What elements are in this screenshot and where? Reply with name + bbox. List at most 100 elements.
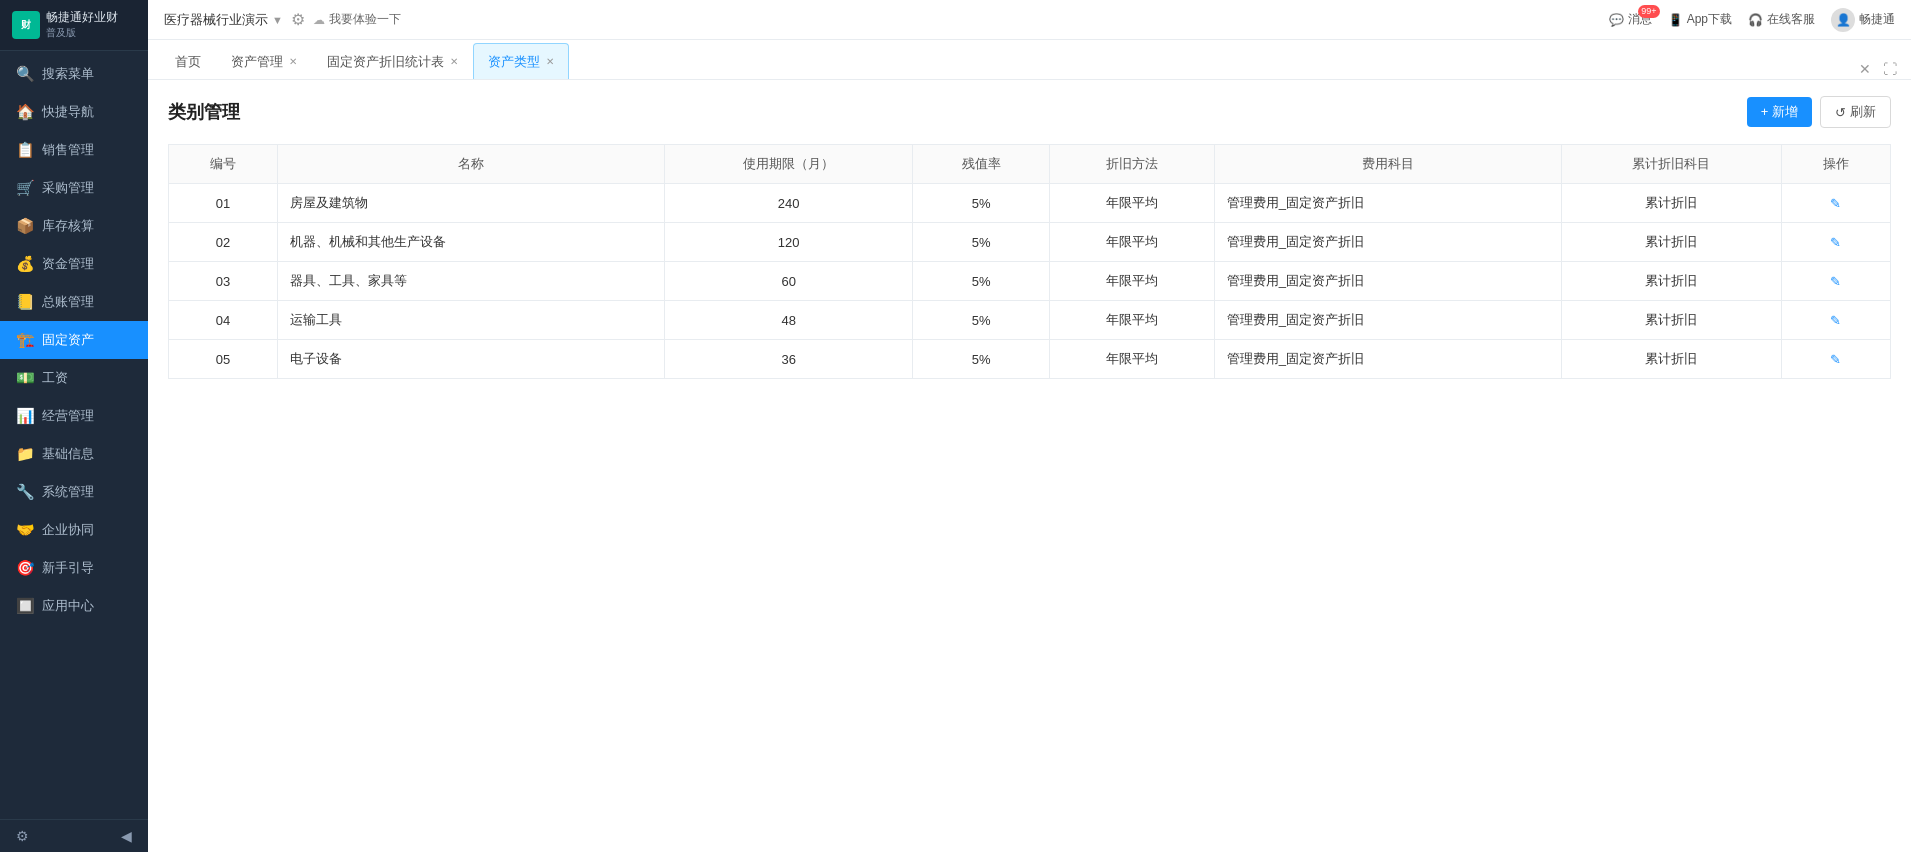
purchase-icon: 🛒 <box>16 179 34 197</box>
cell-name: 电子设备 <box>278 340 665 379</box>
app-download-btn[interactable]: 📱 App下载 <box>1668 11 1732 28</box>
table-row: 01 房屋及建筑物 240 5% 年限平均 管理费用_固定资产折旧 累计折旧 ✎ <box>169 184 1891 223</box>
cell-residual: 5% <box>913 184 1050 223</box>
company-name[interactable]: 医疗器械行业演示 ▼ <box>164 11 283 29</box>
new-button[interactable]: + 新增 <box>1747 97 1812 127</box>
cloud-icon: ☁ <box>313 13 325 27</box>
sidebar-item-finance[interactable]: 💰 资金管理 <box>0 245 148 283</box>
fullscreen-btn[interactable]: ⛶ <box>1881 59 1899 79</box>
cell-action[interactable]: ✎ <box>1781 184 1890 223</box>
sidebar-item-system[interactable]: 🔧 系统管理 <box>0 473 148 511</box>
tab-label-asset-mgmt: 资产管理 <box>231 53 283 71</box>
app-center-icon: 🔲 <box>16 597 34 615</box>
tab-depreciation-table[interactable]: 固定资产折旧统计表 ✕ <box>312 43 473 79</box>
sidebar-item-enterprise[interactable]: 🤝 企业协同 <box>0 511 148 549</box>
messages-btn[interactable]: 💬 消息 99+ <box>1609 11 1652 28</box>
settings-icon[interactable]: ⚙ <box>16 828 29 844</box>
edit-icon[interactable]: ✎ <box>1830 313 1841 328</box>
sidebar-item-label: 固定资产 <box>42 331 94 349</box>
sidebar-item-ledger[interactable]: 📒 总账管理 <box>0 283 148 321</box>
cell-period: 120 <box>665 223 913 262</box>
sidebar-item-label: 采购管理 <box>42 179 94 197</box>
topbar-settings-icon[interactable]: ⚙ <box>291 10 305 29</box>
edit-icon[interactable]: ✎ <box>1830 235 1841 250</box>
sidebar-nav: 🔍 搜索菜单 🏠 快捷导航 📋 销售管理 🛒 采购管理 📦 库存核算 💰 资金管… <box>0 51 148 819</box>
data-table: 编号名称使用期限（月）残值率折旧方法费用科目累计折旧科目操作 01 房屋及建筑物… <box>168 144 1891 379</box>
cell-action[interactable]: ✎ <box>1781 262 1890 301</box>
edit-icon[interactable]: ✎ <box>1830 352 1841 367</box>
cell-period: 60 <box>665 262 913 301</box>
cell-action[interactable]: ✎ <box>1781 340 1890 379</box>
cell-expense: 管理费用_固定资产折旧 <box>1214 223 1561 262</box>
cell-method: 年限平均 <box>1050 184 1215 223</box>
column-header: 残值率 <box>913 145 1050 184</box>
finance-icon: 💰 <box>16 255 34 273</box>
refresh-icon: ↺ <box>1835 105 1846 120</box>
page-header: 类别管理 + 新增 ↺ 刷新 <box>168 96 1891 128</box>
quick-nav-icon: 🏠 <box>16 103 34 121</box>
edit-icon[interactable]: ✎ <box>1830 274 1841 289</box>
column-header: 使用期限（月） <box>665 145 913 184</box>
close-tab-btn[interactable]: ✕ <box>1857 59 1873 79</box>
table-row: 02 机器、机械和其他生产设备 120 5% 年限平均 管理费用_固定资产折旧 … <box>169 223 1891 262</box>
company-dropdown-icon[interactable]: ▼ <box>272 14 283 26</box>
cell-method: 年限平均 <box>1050 262 1215 301</box>
sidebar-header: 财 畅捷通好业财 普及版 <box>0 0 148 51</box>
sidebar-item-operations[interactable]: 📊 经营管理 <box>0 397 148 435</box>
sidebar-item-search[interactable]: 🔍 搜索菜单 <box>0 55 148 93</box>
page-actions: + 新增 ↺ 刷新 <box>1747 96 1891 128</box>
online-service-btn[interactable]: 🎧 在线客服 <box>1748 11 1815 28</box>
message-icon: 💬 <box>1609 13 1624 27</box>
topbar-right: 💬 消息 99+ 📱 App下载 🎧 在线客服 👤 畅捷通 <box>1609 8 1895 32</box>
cell-period: 36 <box>665 340 913 379</box>
cell-action[interactable]: ✎ <box>1781 223 1890 262</box>
sidebar-item-basic-info[interactable]: 📁 基础信息 <box>0 435 148 473</box>
cell-residual: 5% <box>913 223 1050 262</box>
top-bar: 医疗器械行业演示 ▼ ⚙ ☁ 我要体验一下 💬 消息 99+ 📱 App下载 🎧… <box>148 0 1911 40</box>
operations-icon: 📊 <box>16 407 34 425</box>
collapse-icon[interactable]: ◀ <box>121 828 132 844</box>
sidebar-item-payroll[interactable]: 💵 工资 <box>0 359 148 397</box>
column-header: 累计折旧科目 <box>1561 145 1781 184</box>
sidebar-item-quick-nav[interactable]: 🏠 快捷导航 <box>0 93 148 131</box>
sidebar-item-label: 工资 <box>42 369 68 387</box>
cell-method: 年限平均 <box>1050 223 1215 262</box>
tab-close-depreciation-table[interactable]: ✕ <box>450 57 458 67</box>
system-icon: 🔧 <box>16 483 34 501</box>
main-area: 医疗器械行业演示 ▼ ⚙ ☁ 我要体验一下 💬 消息 99+ 📱 App下载 🎧… <box>148 0 1911 852</box>
table-row: 04 运输工具 48 5% 年限平均 管理费用_固定资产折旧 累计折旧 ✎ <box>169 301 1891 340</box>
tab-home[interactable]: 首页 <box>160 43 216 79</box>
tab-close-asset-mgmt[interactable]: ✕ <box>289 57 297 67</box>
column-header: 名称 <box>278 145 665 184</box>
edit-icon[interactable]: ✎ <box>1830 196 1841 211</box>
cell-method: 年限平均 <box>1050 301 1215 340</box>
sidebar-item-sales[interactable]: 📋 销售管理 <box>0 131 148 169</box>
cell-residual: 5% <box>913 301 1050 340</box>
avatar: 👤 <box>1831 8 1855 32</box>
cell-code: 01 <box>169 184 278 223</box>
tab-close-asset-type[interactable]: ✕ <box>546 57 554 67</box>
tab-asset-mgmt[interactable]: 资产管理 ✕ <box>216 43 312 79</box>
phone-icon: 📱 <box>1668 13 1683 27</box>
sidebar-item-purchase[interactable]: 🛒 采购管理 <box>0 169 148 207</box>
cell-action[interactable]: ✎ <box>1781 301 1890 340</box>
user-btn[interactable]: 👤 畅捷通 <box>1831 8 1895 32</box>
tab-label-depreciation-table: 固定资产折旧统计表 <box>327 53 444 71</box>
column-header: 操作 <box>1781 145 1890 184</box>
sidebar-item-inventory[interactable]: 📦 库存核算 <box>0 207 148 245</box>
experience-btn[interactable]: ☁ 我要体验一下 <box>313 11 401 28</box>
sidebar-item-label: 销售管理 <box>42 141 94 159</box>
cell-name: 器具、工具、家具等 <box>278 262 665 301</box>
sidebar-item-app-center[interactable]: 🔲 应用中心 <box>0 587 148 625</box>
sidebar-footer: ⚙ ◀ <box>0 819 148 852</box>
sidebar-item-fixed-assets[interactable]: 🏗️ 固定资产 <box>0 321 148 359</box>
sidebar-item-label: 经营管理 <box>42 407 94 425</box>
tab-asset-type[interactable]: 资产类型✕ <box>473 43 569 79</box>
app-name: 畅捷通好业财 <box>46 10 118 26</box>
sidebar-item-label: 基础信息 <box>42 445 94 463</box>
refresh-button[interactable]: ↺ 刷新 <box>1820 96 1891 128</box>
sidebar-item-guide[interactable]: 🎯 新手引导 <box>0 549 148 587</box>
sidebar-item-label: 总账管理 <box>42 293 94 311</box>
cell-name: 运输工具 <box>278 301 665 340</box>
cell-expense: 管理费用_固定资产折旧 <box>1214 340 1561 379</box>
